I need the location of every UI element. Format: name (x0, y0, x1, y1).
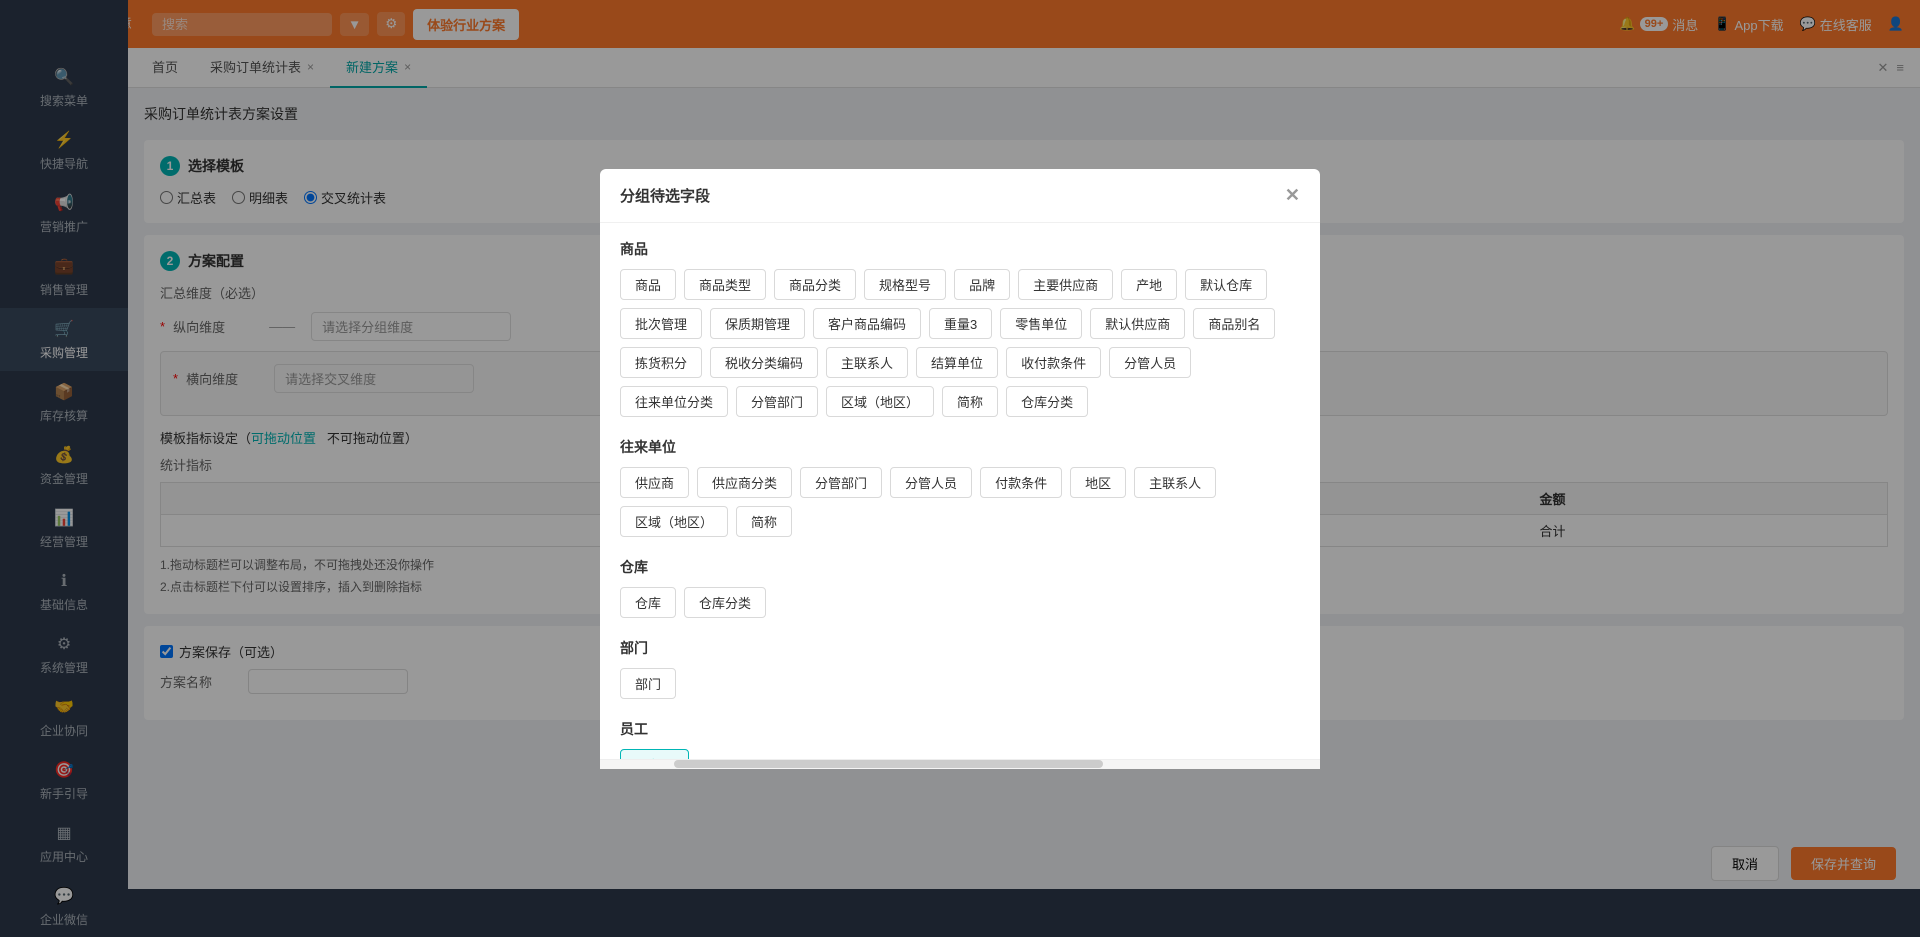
modal-header: 分组待选字段 ✕ (600, 169, 1320, 223)
field-tag[interactable]: 默认仓库 (1185, 269, 1267, 300)
section-warehouse: 仓库 仓库 仓库分类 (620, 557, 1300, 618)
field-tag[interactable]: 分管部门 (800, 467, 882, 498)
section-partner: 往来单位 供应商 供应商分类 分管部门 分管人员 付款条件 地区 主联系人 区域… (620, 437, 1300, 537)
modal-body: 商品 商品 商品类型 商品分类 规格型号 品牌 主要供应商 产地 默认仓库 批次… (600, 223, 1320, 760)
section-goods-fields: 商品 商品类型 商品分类 规格型号 品牌 主要供应商 产地 默认仓库 批次管理 … (620, 269, 1300, 417)
section-partner-fields: 供应商 供应商分类 分管部门 分管人员 付款条件 地区 主联系人 区域（地区） … (620, 467, 1300, 537)
field-tag[interactable]: 主联系人 (1134, 467, 1216, 498)
field-select-modal: 分组待选字段 ✕ 商品 商品 商品类型 商品分类 规格型号 品牌 主要供应商 产… (600, 169, 1320, 769)
section-employee: 员工 业务员 (620, 719, 1300, 760)
modal-close-button[interactable]: ✕ (1285, 185, 1300, 206)
field-tag[interactable]: 产地 (1121, 269, 1177, 300)
field-tag[interactable]: 主联系人 (826, 347, 908, 378)
field-tag[interactable]: 默认供应商 (1090, 308, 1185, 339)
field-tag[interactable]: 商品分类 (774, 269, 856, 300)
field-tag[interactable]: 批次管理 (620, 308, 702, 339)
field-tag[interactable]: 仓库分类 (684, 587, 766, 618)
field-tag[interactable]: 往来单位分类 (620, 386, 728, 417)
field-tag[interactable]: 部门 (620, 668, 676, 699)
field-tag[interactable]: 分管人员 (1109, 347, 1191, 378)
section-goods-title: 商品 (620, 239, 1300, 259)
field-tag[interactable]: 付款条件 (980, 467, 1062, 498)
field-tag[interactable]: 仓库 (620, 587, 676, 618)
field-tag[interactable]: 商品别名 (1193, 308, 1275, 339)
section-partner-title: 往来单位 (620, 437, 1300, 457)
field-tag[interactable]: 分管部门 (736, 386, 818, 417)
field-tag[interactable]: 区域（地区） (620, 506, 728, 537)
field-tag[interactable]: 重量3 (929, 308, 992, 339)
modal-title: 分组待选字段 (620, 185, 710, 206)
section-department-title: 部门 (620, 638, 1300, 658)
field-tag[interactable]: 规格型号 (864, 269, 946, 300)
field-tag[interactable]: 收付款条件 (1006, 347, 1101, 378)
field-tag[interactable]: 地区 (1070, 467, 1126, 498)
field-tag[interactable]: 简称 (736, 506, 792, 537)
field-tag[interactable]: 供应商分类 (697, 467, 792, 498)
modal-horizontal-scrollbar[interactable] (600, 759, 1320, 768)
section-employee-title: 员工 (620, 719, 1300, 739)
section-goods: 商品 商品 商品类型 商品分类 规格型号 品牌 主要供应商 产地 默认仓库 批次… (620, 239, 1300, 417)
field-tag[interactable]: 结算单位 (916, 347, 998, 378)
field-tag[interactable]: 商品 (620, 269, 676, 300)
field-tag[interactable]: 主要供应商 (1018, 269, 1113, 300)
section-warehouse-fields: 仓库 仓库分类 (620, 587, 1300, 618)
modal-overlay: 分组待选字段 ✕ 商品 商品 商品类型 商品分类 规格型号 品牌 主要供应商 产… (0, 0, 1920, 937)
field-tag[interactable]: 供应商 (620, 467, 689, 498)
field-tag[interactable]: 客户商品编码 (813, 308, 921, 339)
field-tag-business-staff[interactable]: 业务员 (620, 749, 689, 760)
field-tag[interactable]: 税收分类编码 (710, 347, 818, 378)
field-tag[interactable]: 保质期管理 (710, 308, 805, 339)
field-tag[interactable]: 区域（地区） (826, 386, 934, 417)
scroll-thumb (674, 760, 1104, 768)
field-tag[interactable]: 简称 (942, 386, 998, 417)
section-department: 部门 部门 (620, 638, 1300, 699)
field-tag[interactable]: 仓库分类 (1006, 386, 1088, 417)
section-employee-fields: 业务员 (620, 749, 1300, 760)
section-warehouse-title: 仓库 (620, 557, 1300, 577)
field-tag[interactable]: 零售单位 (1000, 308, 1082, 339)
section-department-fields: 部门 (620, 668, 1300, 699)
field-tag[interactable]: 商品类型 (684, 269, 766, 300)
field-tag[interactable]: 品牌 (954, 269, 1010, 300)
field-tag[interactable]: 分管人员 (890, 467, 972, 498)
field-tag[interactable]: 拣货积分 (620, 347, 702, 378)
